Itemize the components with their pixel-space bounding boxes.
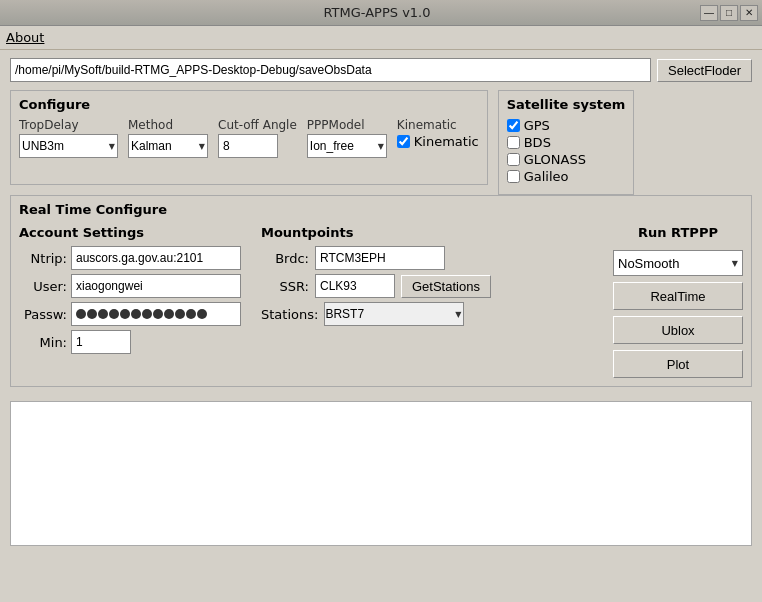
title-bar: RTMG-APPS v1.0 — □ ✕ [0, 0, 762, 26]
spacer [511, 225, 593, 378]
run-rtppp-title: Run RTPPP [638, 225, 718, 240]
min-field: Min: [19, 330, 241, 354]
smooth-dropdown-wrapper: NoSmooth Smooth [613, 250, 743, 276]
glonass-label: GLONASS [524, 152, 586, 167]
stations-dropdown-wrapper: BRST7 [324, 302, 464, 326]
ssr-input[interactable] [315, 274, 395, 298]
galileo-checkbox[interactable] [507, 170, 520, 183]
app-title: RTMG-APPS v1.0 [54, 5, 700, 20]
path-input[interactable] [10, 58, 651, 82]
bds-label: BDS [524, 135, 551, 150]
user-input[interactable] [71, 274, 241, 298]
brdc-field: Brdc: [261, 246, 491, 270]
min-input[interactable] [71, 330, 131, 354]
ppp-model-select[interactable]: Ion_free UC [307, 134, 387, 158]
user-label: User: [19, 279, 67, 294]
glonass-checkbox[interactable] [507, 153, 520, 166]
gps-row: GPS [507, 118, 626, 133]
ppp-model-dropdown-wrapper: Ion_free UC [307, 134, 387, 158]
run-rtppp-section: Run RTPPP NoSmooth Smooth RealTime Ublox… [613, 225, 743, 378]
trop-delay-group: TropDelay UNB3m Saastamoinen None [19, 118, 118, 158]
ssr-field: SSR: GetStations [261, 274, 491, 298]
ntrip-label: Ntrip: [19, 251, 67, 266]
gps-checkbox[interactable] [507, 119, 520, 132]
kinematic-group: Kinematic Kinematic [397, 118, 479, 149]
mountpoints-section: Mountpoints Brdc: SSR: GetStations Stati… [261, 225, 491, 378]
cutoff-angle-label: Cut-off Angle [218, 118, 297, 132]
trop-delay-label: TropDelay [19, 118, 118, 132]
stations-field: Stations: BRST7 [261, 302, 491, 326]
ppp-model-group: PPPModel Ion_free UC [307, 118, 387, 158]
output-area [10, 401, 752, 546]
kinematic-label: Kinematic [397, 118, 479, 132]
glonass-row: GLONASS [507, 152, 626, 167]
password-input[interactable] [71, 302, 241, 326]
real-time-title: Real Time Configure [19, 202, 743, 217]
method-select[interactable]: Kalman LSQ [128, 134, 208, 158]
ntrip-field: Ntrip: [19, 246, 241, 270]
min-label: Min: [19, 335, 67, 350]
gps-label: GPS [524, 118, 550, 133]
account-settings-section: Account Settings Ntrip: User: Passw: Min… [19, 225, 241, 378]
galileo-label: Galileo [524, 169, 569, 184]
stations-label: Stations: [261, 307, 318, 322]
menu-bar: About [0, 26, 762, 50]
about-menu[interactable]: About [6, 30, 44, 45]
kinematic-row: Kinematic [397, 134, 479, 149]
stations-select[interactable]: BRST7 [324, 302, 464, 326]
get-stations-button[interactable]: GetStations [401, 275, 491, 298]
cutoff-angle-group: Cut-off Angle [218, 118, 297, 158]
rt-inner: Account Settings Ntrip: User: Passw: Min… [19, 225, 743, 378]
path-row: SelectFloder [10, 58, 752, 82]
smooth-select[interactable]: NoSmooth Smooth [613, 250, 743, 276]
brdc-label: Brdc: [261, 251, 309, 266]
kinematic-text: Kinematic [414, 134, 479, 149]
galileo-row: Galileo [507, 169, 626, 184]
realtime-button[interactable]: RealTime [613, 282, 743, 310]
trop-delay-select[interactable]: UNB3m Saastamoinen None [19, 134, 118, 158]
password-label: Passw: [19, 307, 67, 322]
account-settings-title: Account Settings [19, 225, 241, 240]
configure-title: Configure [19, 97, 479, 112]
configure-row: TropDelay UNB3m Saastamoinen None Method… [19, 118, 479, 158]
ssr-label: SSR: [261, 279, 309, 294]
satellite-system-title: Satellite system [507, 97, 626, 112]
trop-delay-dropdown-wrapper: UNB3m Saastamoinen None [19, 134, 118, 158]
mountpoints-title: Mountpoints [261, 225, 491, 240]
ublox-button[interactable]: Ublox [613, 316, 743, 344]
window-controls: — □ ✕ [700, 5, 758, 21]
ppp-model-label: PPPModel [307, 118, 387, 132]
maximize-button[interactable]: □ [720, 5, 738, 21]
top-panels: Configure TropDelay UNB3m Saastamoinen N… [10, 90, 752, 195]
plot-button[interactable]: Plot [613, 350, 743, 378]
real-time-group: Real Time Configure Account Settings Ntr… [10, 195, 752, 387]
ntrip-input[interactable] [71, 246, 241, 270]
close-button[interactable]: ✕ [740, 5, 758, 21]
select-folder-button[interactable]: SelectFloder [657, 59, 752, 82]
kinematic-checkbox[interactable] [397, 135, 410, 148]
user-field: User: [19, 274, 241, 298]
bds-row: BDS [507, 135, 626, 150]
main-content: SelectFloder Configure TropDelay UNB3m S… [0, 50, 762, 395]
minimize-button[interactable]: — [700, 5, 718, 21]
cutoff-angle-input[interactable] [218, 134, 278, 158]
bds-checkbox[interactable] [507, 136, 520, 149]
brdc-input[interactable] [315, 246, 445, 270]
satellite-system-group: Satellite system GPS BDS GLONASS Galileo [498, 90, 635, 195]
method-group: Method Kalman LSQ [128, 118, 208, 158]
password-field: Passw: [19, 302, 241, 326]
method-dropdown-wrapper: Kalman LSQ [128, 134, 208, 158]
method-label: Method [128, 118, 208, 132]
configure-group: Configure TropDelay UNB3m Saastamoinen N… [10, 90, 488, 185]
